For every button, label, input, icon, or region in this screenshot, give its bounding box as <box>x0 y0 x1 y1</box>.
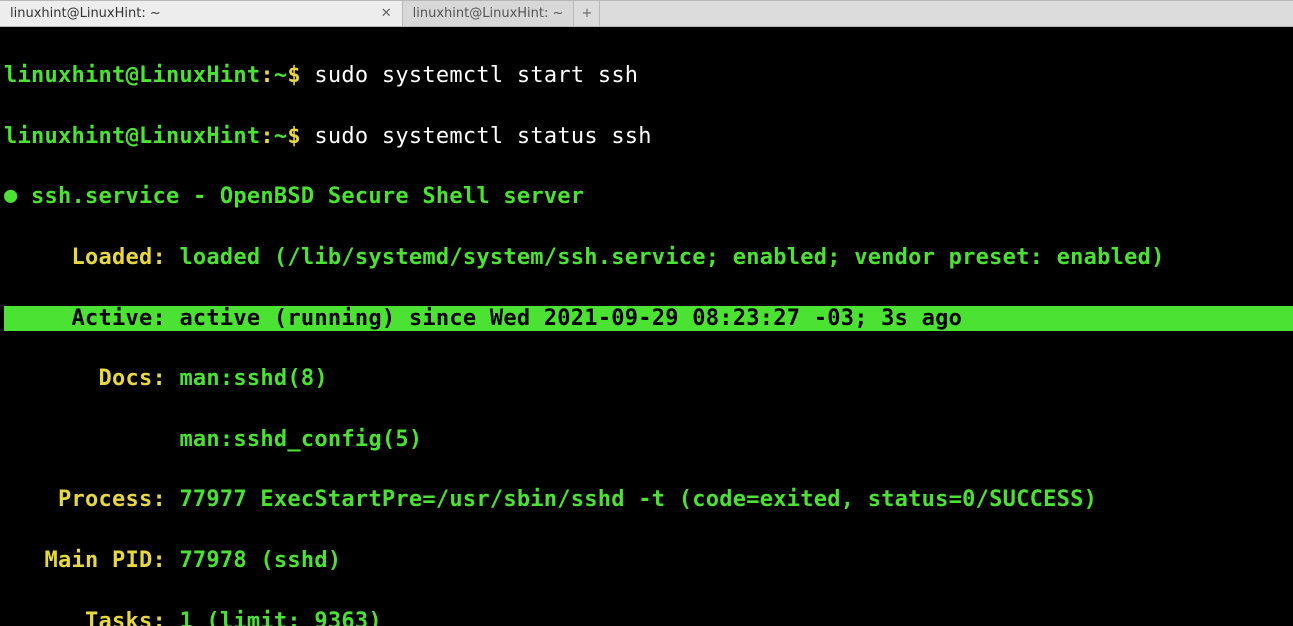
prompt-path: ~ <box>274 124 288 149</box>
prompt-dollar: $ <box>287 124 301 149</box>
tab-title: linuxhint@LinuxHint: ~ <box>413 6 564 21</box>
status-dot-icon: ● <box>4 181 18 211</box>
command-text: sudo systemctl status ssh <box>314 124 651 149</box>
prompt-dollar: $ <box>287 63 301 88</box>
prompt-line: linuxhint@LinuxHint:~$ sudo systemctl st… <box>4 122 1293 152</box>
tab-title: linuxhint@LinuxHint: ~ <box>10 6 161 21</box>
field-value: man:sshd(8) <box>179 366 327 391</box>
field-label: Process: <box>4 487 179 512</box>
prompt-user: linuxhint@LinuxHint <box>4 63 260 88</box>
prompt-line: linuxhint@LinuxHint:~$ sudo systemctl st… <box>4 61 1293 91</box>
close-icon[interactable]: ✕ <box>381 6 392 21</box>
service-name: ssh.service - OpenBSD Secure Shell serve… <box>31 184 584 209</box>
active-line: Active: active (running) since Wed 2021-… <box>4 304 1293 334</box>
tab-bar: linuxhint@LinuxHint: ~ ✕ linuxhint@Linux… <box>0 0 1293 27</box>
field-label: Tasks: <box>4 609 179 626</box>
field-value: loaded (/lib/systemd/system/ssh.service;… <box>179 245 1164 270</box>
active-state: active (running) <box>179 306 395 331</box>
terminal-output[interactable]: linuxhint@LinuxHint:~$ sudo systemctl st… <box>0 27 1293 626</box>
docs-line-2: man:sshd_config(5) <box>4 425 1293 455</box>
field-value: man:sshd_config(5) <box>179 427 422 452</box>
field-label: Docs: <box>4 366 179 391</box>
command-text: sudo systemctl start ssh <box>314 63 638 88</box>
field-value: 77978 (sshd) <box>179 548 341 573</box>
plus-icon: + <box>581 6 592 21</box>
tab-active[interactable]: linuxhint@LinuxHint: ~ ✕ <box>0 1 403 26</box>
process-line: Process: 77977 ExecStartPre=/usr/sbin/ss… <box>4 485 1293 515</box>
tasks-line: Tasks: 1 (limit: 9363) <box>4 607 1293 626</box>
field-label: Active: <box>4 306 179 331</box>
docs-line: Docs: man:sshd(8) <box>4 364 1293 394</box>
loaded-line: Loaded: loaded (/lib/systemd/system/ssh.… <box>4 243 1293 273</box>
mainpid-line: Main PID: 77978 (sshd) <box>4 546 1293 576</box>
field-value: 1 (limit: 9363) <box>179 609 381 626</box>
prompt-sep: : <box>260 63 274 88</box>
tab-inactive[interactable]: linuxhint@LinuxHint: ~ <box>403 1 575 26</box>
prompt-sep: : <box>260 124 274 149</box>
service-header: ● ssh.service - OpenBSD Secure Shell ser… <box>4 182 1293 212</box>
active-since: since Wed 2021-09-29 08:23:27 -03; 3s ag… <box>395 306 962 331</box>
prompt-user: linuxhint@LinuxHint <box>4 124 260 149</box>
field-label: Main PID: <box>4 548 179 573</box>
field-value: 77977 ExecStartPre=/usr/sbin/sshd -t (co… <box>179 487 1097 512</box>
field-label: Loaded: <box>4 245 179 270</box>
prompt-path: ~ <box>274 63 288 88</box>
add-tab-button[interactable]: + <box>574 1 600 26</box>
